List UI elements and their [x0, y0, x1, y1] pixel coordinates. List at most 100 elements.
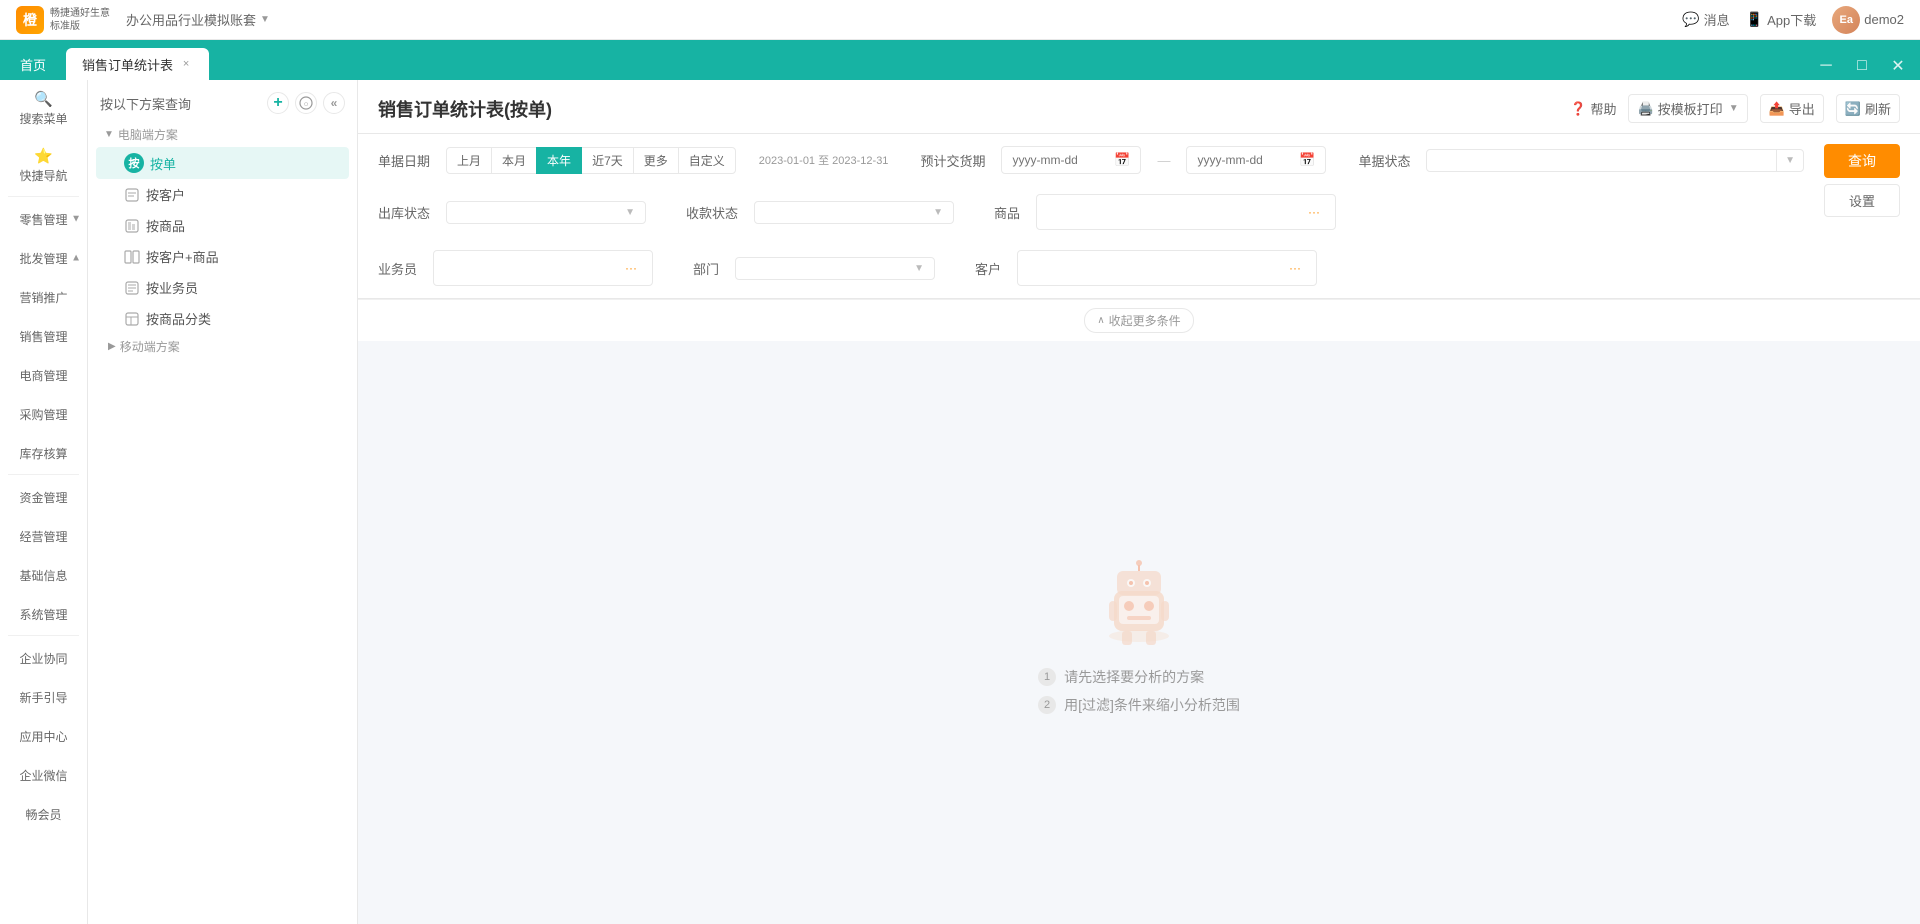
- print-label: 按模板打印: [1658, 99, 1723, 118]
- receipt-arrow-icon: ▼: [933, 207, 943, 218]
- sidebar-label-inventory: 库存核算: [4, 445, 83, 462]
- sidebar-item-operations[interactable]: 经营管理: [0, 516, 87, 555]
- user-area[interactable]: Ea demo2: [1832, 6, 1904, 34]
- logo-area: 橙 畅捷通好生意 标准版: [16, 6, 110, 34]
- tree-item-by-category[interactable]: 按商品分类: [96, 303, 349, 334]
- pc-section-label: ▼ 电脑端方案: [96, 122, 349, 147]
- tree-item-by-product[interactable]: 按商品: [96, 210, 349, 241]
- department-select[interactable]: ▼: [735, 257, 935, 280]
- sidebar-item-vip[interactable]: 畅会员: [0, 794, 87, 833]
- salesperson-more-btn[interactable]: ···: [620, 256, 642, 280]
- main-content: 销售订单统计表(按单) ❓ 帮助 🖨️ 按模板打印 ▼ 📤 导出: [358, 80, 1920, 924]
- tree-item-by-customer[interactable]: 按客户: [96, 179, 349, 210]
- sidebar-item-retail[interactable]: 零售管理 ▼: [0, 199, 87, 238]
- empty-illustration: [1089, 551, 1189, 651]
- date-from-input-wrap: 📅: [1001, 146, 1141, 174]
- sidebar-divider-3: [8, 635, 79, 636]
- window-minimize-btn[interactable]: ─: [1812, 52, 1840, 80]
- app-selector[interactable]: 办公用品行业模拟账套 ▼: [118, 6, 278, 33]
- window-close-btn[interactable]: ✕: [1884, 52, 1912, 80]
- search-button[interactable]: 查询: [1824, 144, 1900, 178]
- sidebar-item-inventory[interactable]: 库存核算: [0, 433, 87, 472]
- tab-close-icon[interactable]: ×: [179, 57, 193, 71]
- tree-item-by-salesperson[interactable]: 按业务员: [96, 272, 349, 303]
- goods-label: 商品: [994, 203, 1020, 222]
- goods-input-wrap: ···: [1036, 194, 1336, 230]
- sidebar-item-search-menu[interactable]: 🔍 搜索菜单: [0, 80, 87, 137]
- tree-item-by-order[interactable]: 按 按单: [96, 147, 349, 179]
- goods-input[interactable]: [1047, 205, 1303, 220]
- sidebar: 🔍 搜索菜单 ⭐ 快捷导航 零售管理 ▼ 批发管理 ▲ 营销推广 销售管理 电商…: [0, 80, 88, 924]
- mobile-section-label[interactable]: ▶ 移动端方案: [96, 334, 349, 359]
- department-arrow-icon: ▼: [914, 263, 924, 274]
- sidebar-item-ecommerce[interactable]: 电商管理: [0, 355, 87, 394]
- top-bar-right: 💬 消息 📱 App下载 Ea demo2: [1682, 6, 1904, 34]
- help-icon: ❓: [1570, 101, 1586, 117]
- print-btn[interactable]: 🖨️ 按模板打印 ▼: [1628, 94, 1747, 123]
- sidebar-item-purchase[interactable]: 采购管理: [0, 394, 87, 433]
- settings-button[interactable]: 设置: [1824, 184, 1900, 217]
- by-category-icon: [124, 311, 140, 327]
- page-title: 销售订单统计表(按单): [378, 96, 552, 122]
- logo-text: 畅捷通好生意 标准版: [50, 7, 110, 33]
- calendar-icon-1: 📅: [1114, 152, 1130, 168]
- date-from-input[interactable]: [1012, 153, 1108, 167]
- refresh-btn[interactable]: 🔄 刷新: [1836, 94, 1900, 123]
- sidebar-item-basic[interactable]: 基础信息: [0, 555, 87, 594]
- sidebar-item-wholesale[interactable]: 批发管理 ▲: [0, 238, 87, 277]
- tip-num-1: 1: [1038, 668, 1056, 686]
- sidebar-label-appcenter: 应用中心: [4, 728, 83, 745]
- empty-tips: 1 请先选择要分析的方案 2 用[过滤]条件来缩小分析范围: [1038, 667, 1240, 715]
- sidebar-item-newbie[interactable]: 新手引导: [0, 677, 87, 716]
- sidebar-item-system[interactable]: 系统管理: [0, 594, 87, 633]
- tab-sales-stats[interactable]: 销售订单统计表 ×: [66, 48, 209, 80]
- sidebar-item-wechat[interactable]: 企业微信: [0, 755, 87, 794]
- panel-edit-btn[interactable]: ○: [295, 92, 317, 114]
- app-download-btn[interactable]: 📱 App下载: [1746, 10, 1817, 29]
- sidebar-item-marketing[interactable]: 营销推广: [0, 277, 87, 316]
- date-btn-this-month[interactable]: 本月: [491, 147, 537, 174]
- receipt-select[interactable]: ▼: [754, 201, 954, 224]
- salesperson-input[interactable]: [444, 261, 620, 276]
- message-btn[interactable]: 💬 消息: [1682, 10, 1729, 29]
- date-range-text: 2023-01-01 至 2023-12-31: [759, 152, 889, 168]
- export-btn[interactable]: 📤 导出: [1760, 94, 1824, 123]
- customer-more-btn[interactable]: ···: [1284, 256, 1306, 280]
- tab-sales-stats-label: 销售订单统计表: [82, 55, 173, 74]
- goods-more-btn[interactable]: ···: [1303, 200, 1325, 224]
- sidebar-item-sales[interactable]: 销售管理: [0, 316, 87, 355]
- sidebar-label-sales: 销售管理: [4, 328, 83, 345]
- by-customer-icon: [124, 187, 140, 203]
- collapse-btn[interactable]: ∧ 收起更多条件: [1084, 308, 1193, 333]
- outbound-arrow-icon: ▼: [625, 207, 635, 218]
- help-btn[interactable]: ❓ 帮助: [1570, 99, 1616, 118]
- outbound-select[interactable]: ▼: [446, 201, 646, 224]
- collapse-bar[interactable]: ∧ 收起更多条件: [358, 299, 1920, 341]
- filter-area: 单据日期 上月 本月 本年 近7天 更多 自定义 2023-01-01 至 20…: [358, 134, 1920, 299]
- date-to-input[interactable]: [1197, 153, 1293, 167]
- panel-add-btn[interactable]: +: [267, 92, 289, 114]
- date-btn-7days[interactable]: 近7天: [581, 147, 634, 174]
- by-salesperson-icon: [124, 280, 140, 296]
- message-label: 消息: [1704, 10, 1730, 29]
- date-btn-custom[interactable]: 自定义: [678, 147, 736, 174]
- sidebar-item-enterprise[interactable]: 企业协同: [0, 638, 87, 677]
- tree-item-by-cust-prod[interactable]: 按客户+商品: [96, 241, 349, 272]
- sidebar-item-appcenter[interactable]: 应用中心: [0, 716, 87, 755]
- date-btn-this-year[interactable]: 本年: [536, 147, 582, 174]
- by-product-icon: [124, 218, 140, 234]
- tab-home[interactable]: 首页: [4, 48, 62, 80]
- date-btn-last-month[interactable]: 上月: [446, 147, 492, 174]
- date-btn-more[interactable]: 更多: [633, 147, 679, 174]
- sidebar-item-quick-nav[interactable]: ⭐ 快捷导航: [0, 137, 87, 194]
- sidebar-item-finance[interactable]: 资金管理: [0, 477, 87, 516]
- status-dropdown-arrow[interactable]: ▼: [1776, 150, 1803, 171]
- panel-collapse-btn[interactable]: «: [323, 92, 345, 114]
- customer-input[interactable]: [1028, 261, 1284, 276]
- status-select[interactable]: ▼: [1426, 149, 1804, 172]
- calendar-icon-2: 📅: [1299, 152, 1315, 168]
- nav-right-actions: ─ □ ✕: [1812, 52, 1920, 80]
- sidebar-label-quick-nav: 快捷导航: [4, 167, 83, 184]
- window-maximize-btn[interactable]: □: [1848, 52, 1876, 80]
- panel-title: 按以下方案查询: [100, 94, 191, 113]
